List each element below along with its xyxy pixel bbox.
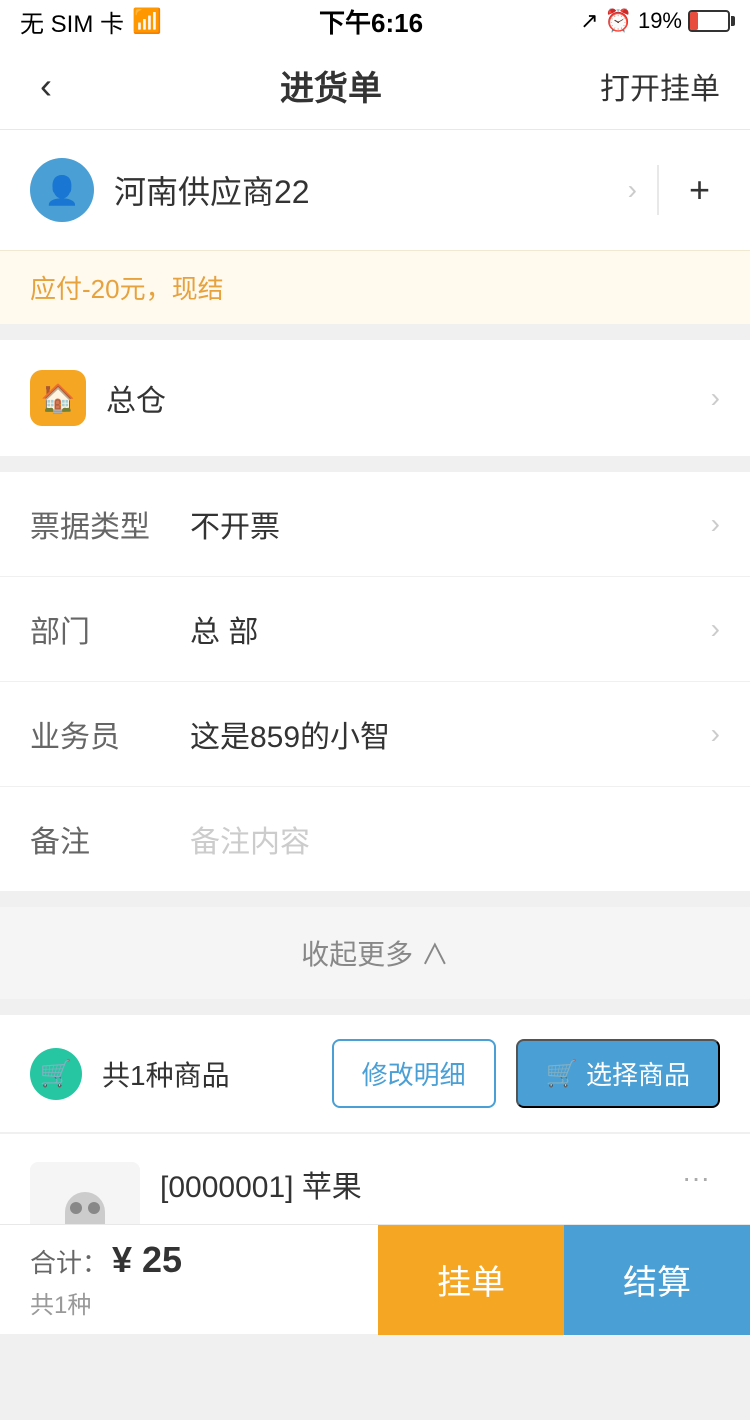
salesperson-chevron-icon: › (711, 718, 720, 750)
products-header: 🛒 共1种商品 修改明细 🛒 选择商品 (0, 1015, 750, 1132)
status-right: ↗ ⏰ 19% (580, 8, 730, 34)
nav-bar: ‹ 进货单 打开挂单 (0, 42, 750, 130)
total-sub: 共1种 (30, 1285, 348, 1320)
open-hold-button[interactable]: 打开挂单 (600, 64, 720, 108)
supplier-chevron-icon: › (628, 174, 637, 206)
ticket-type-label: 票据类型 (30, 502, 190, 546)
add-supplier-button[interactable]: + (679, 159, 720, 221)
supplier-avatar: 👤 (30, 158, 94, 222)
remark-label: 备注 (30, 817, 190, 861)
ticket-type-chevron-icon: › (711, 508, 720, 540)
supplier-name: 河南供应商22 (114, 167, 628, 213)
footer-total: 合计： ¥ 25 共1种 (0, 1239, 378, 1320)
warehouse-row[interactable]: 🏠 总仓 › (0, 340, 750, 456)
product-name: [0000001] 苹果 (160, 1162, 652, 1206)
supplier-section: 👤 河南供应商22 › + 应付-20元，现结 (0, 130, 750, 324)
product-code: [0000001] (160, 1171, 293, 1204)
battery-percent: 19% (638, 8, 682, 34)
product-more-button[interactable]: ··· (672, 1162, 720, 1194)
warehouse-icon: 🏠 (41, 382, 76, 415)
department-label: 部门 (30, 607, 190, 651)
supplier-row[interactable]: 👤 河南供应商22 › + (0, 130, 750, 250)
select-product-label: 选择商品 (586, 1055, 690, 1092)
carrier-text: 无 SIM 卡 (20, 4, 124, 39)
department-row[interactable]: 部门 总 部 › (0, 576, 750, 681)
remark-input[interactable]: 备注内容 (190, 817, 720, 861)
select-product-icon: 🛒 (546, 1058, 578, 1089)
battery-icon (688, 10, 730, 32)
ticket-type-value: 不开票 (190, 502, 711, 546)
status-left: 无 SIM 卡 📶 (20, 4, 162, 39)
department-chevron-icon: › (711, 613, 720, 645)
warehouse-icon-bg: 🏠 (30, 370, 86, 426)
supplier-divider (657, 165, 659, 215)
salesperson-label: 业务员 (30, 712, 190, 756)
hold-label: 挂单 (437, 1255, 505, 1304)
hold-button[interactable]: 挂单 (378, 1225, 564, 1335)
checkout-label: 结算 (623, 1255, 691, 1304)
edit-detail-button[interactable]: 修改明细 (332, 1039, 496, 1108)
product-title: 苹果 (302, 1171, 362, 1204)
salesperson-value: 这是859的小智 (190, 712, 711, 756)
salesperson-row[interactable]: 业务员 这是859的小智 › (0, 681, 750, 786)
notice-bar: 应付-20元，现结 (0, 250, 750, 324)
ticket-type-row[interactable]: 票据类型 不开票 › (0, 472, 750, 576)
total-label: 合计： (30, 1243, 108, 1280)
products-count: 共1种商品 (102, 1054, 312, 1094)
remark-row[interactable]: 备注 备注内容 (0, 786, 750, 891)
department-value: 总 部 (190, 607, 711, 651)
time-display: 下午6:16 (319, 3, 423, 40)
warehouse-chevron-icon: › (711, 382, 720, 414)
checkout-button[interactable]: 结算 (564, 1225, 750, 1335)
collapse-button[interactable]: 收起更多 ∧ (0, 907, 750, 999)
alarm-icon: ⏰ (605, 8, 632, 34)
location-icon: ↗ (580, 8, 598, 34)
wifi-icon: 📶 (132, 7, 162, 36)
footer: 合计： ¥ 25 共1种 挂单 结算 (0, 1224, 750, 1334)
collapse-label: 收起更多 ∧ (301, 933, 449, 973)
select-product-button[interactable]: 🛒 选择商品 (516, 1039, 720, 1108)
back-button[interactable]: ‹ (30, 55, 62, 117)
cart-icon: 🛒 (40, 1058, 72, 1089)
total-amount: ¥ 25 (112, 1239, 182, 1281)
section-gap (0, 999, 750, 1015)
products-icon-bg: 🛒 (30, 1048, 82, 1100)
page-title: 进货单 (280, 61, 382, 110)
warehouse-section: 🏠 总仓 › (0, 340, 750, 456)
fields-section: 票据类型 不开票 › 部门 总 部 › 业务员 这是859的小智 › 备注 备注… (0, 472, 750, 891)
status-bar: 无 SIM 卡 📶 下午6:16 ↗ ⏰ 19% (0, 0, 750, 42)
avatar-icon: 👤 (45, 174, 80, 207)
warehouse-name: 总仓 (106, 376, 711, 420)
